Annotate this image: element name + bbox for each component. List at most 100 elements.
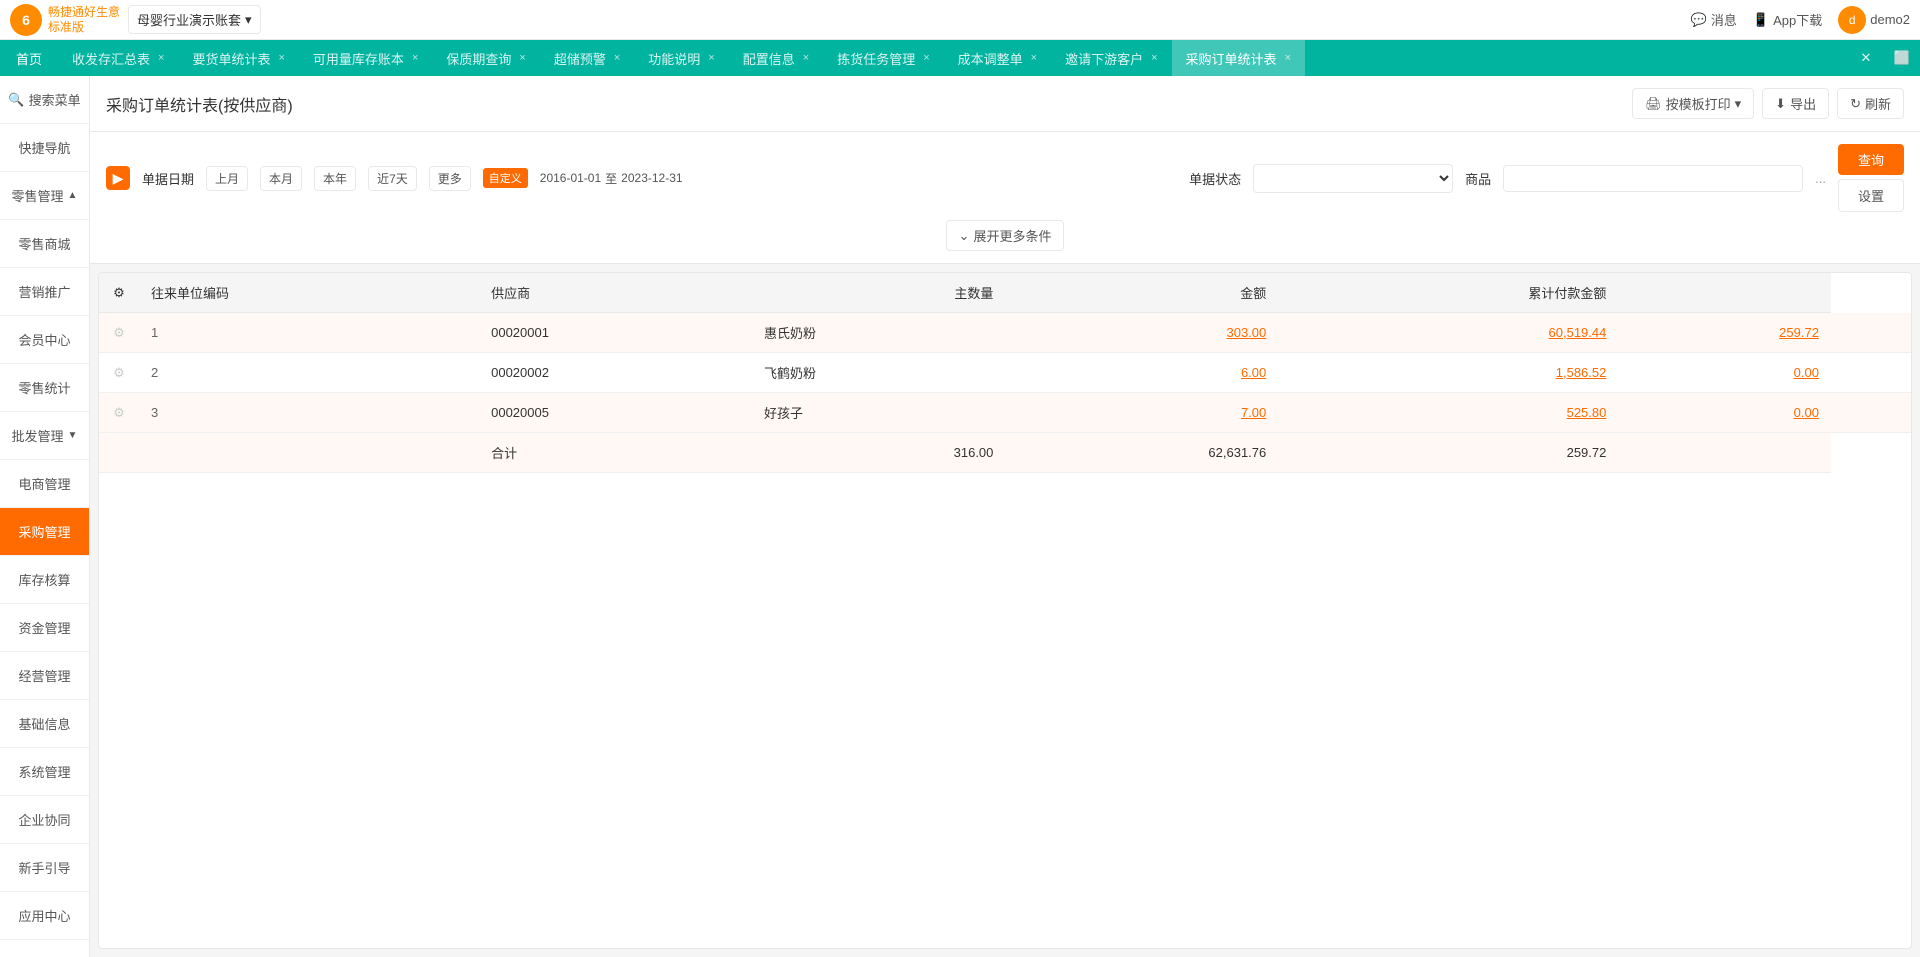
row-quantity[interactable]: 6.00	[1005, 353, 1278, 393]
col-amount: 金额	[1005, 273, 1278, 313]
search-icon: 🔍	[8, 92, 24, 108]
sidebar-item-sys-mgmt[interactable]: 系统管理	[0, 748, 89, 796]
nav-tab-chengben[interactable]: 成本调整单 ×	[944, 40, 1051, 76]
sidebar-item-search[interactable]: 🔍 搜索菜单	[0, 76, 89, 124]
sidebar-item-retail-mgmt[interactable]: 零售管理 ▲	[0, 172, 89, 220]
close-tab-keyongliang[interactable]: ×	[412, 52, 418, 64]
filter-toggle-button[interactable]: ▶	[106, 166, 130, 190]
sidebar-item-purchase[interactable]: 采购管理	[0, 508, 89, 556]
table-body: ⚙ 1 00020001 惠氏奶粉 303.00 60,519.44 259.7…	[99, 313, 1911, 433]
close-tab-jianhuo[interactable]: ×	[923, 52, 929, 64]
col-settings[interactable]: ⚙	[99, 273, 139, 313]
content-area: 采购订单统计表(按供应商) 🖨 按模板打印 ▾ ⬇ 导出 ↻ 刷新	[90, 76, 1920, 957]
date-btn-this-year[interactable]: 本年	[314, 166, 356, 191]
sidebar-item-wechat[interactable]: 企业微信	[0, 940, 89, 957]
nav-tab-baozhi[interactable]: 保质期查询 ×	[432, 40, 539, 76]
close-tab-chengben[interactable]: ×	[1031, 52, 1037, 64]
settings-button[interactable]: 设置	[1838, 179, 1904, 212]
sidebar-item-operations[interactable]: 经营管理	[0, 652, 89, 700]
app-download-button[interactable]: 📱 App下载	[1753, 10, 1822, 29]
table-row: ⚙ 2 00020002 飞鹤奶粉 6.00 1,586.52 0.00	[99, 353, 1911, 393]
sidebar-item-member[interactable]: 会员中心	[0, 316, 89, 364]
user-menu[interactable]: d demo2	[1838, 6, 1910, 34]
nav-tab-keyongliang[interactable]: 可用量库存账本 ×	[299, 40, 432, 76]
logo-icon: 6	[10, 4, 42, 36]
col-quantity: 主数量	[752, 273, 1005, 313]
nav-tab-yaohuodan[interactable]: 要货单统计表 ×	[178, 40, 298, 76]
row-paid[interactable]: 259.72	[1618, 313, 1831, 353]
row-code: 00020002	[479, 353, 752, 393]
footer-quantity: 316.00	[752, 433, 1005, 473]
nav-tab-jianhuo[interactable]: 拣货任务管理 ×	[823, 40, 943, 76]
nav-tab-chaochuyujing[interactable]: 超储预警 ×	[540, 40, 634, 76]
nav-tab-yaoqing[interactable]: 邀请下游客户 ×	[1051, 40, 1171, 76]
sidebar-item-wholesale[interactable]: 批发管理 ▼	[0, 412, 89, 460]
row-settings-icon: ⚙	[99, 393, 139, 433]
nav-actions: ✕ ⬜	[1848, 40, 1920, 76]
refresh-button[interactable]: ↻ 刷新	[1837, 88, 1904, 119]
sidebar-item-app-center[interactable]: 应用中心	[0, 892, 89, 940]
col-extra	[1618, 273, 1831, 313]
row-amount[interactable]: 525.80	[1278, 393, 1618, 433]
close-tab-chaochuyujing[interactable]: ×	[614, 52, 620, 64]
status-select[interactable]	[1253, 164, 1453, 193]
sidebar-item-enterprise[interactable]: 企业协同	[0, 796, 89, 844]
close-tab-yaoqing[interactable]: ×	[1151, 52, 1157, 64]
nav-tab-shoufacun[interactable]: 收发存汇总表 ×	[58, 40, 178, 76]
sidebar-item-finance[interactable]: 资金管理	[0, 604, 89, 652]
row-code: 00020001	[479, 313, 752, 353]
nav-tab-peizhi[interactable]: 配置信息 ×	[729, 40, 823, 76]
row-quantity[interactable]: 7.00	[1005, 393, 1278, 433]
sidebar-item-inventory[interactable]: 库存核算	[0, 556, 89, 604]
close-tab-shoufacun[interactable]: ×	[158, 52, 164, 64]
top-bar-right: 💬 消息 📱 App下载 d demo2	[1691, 6, 1910, 34]
search-button[interactable]: 查询	[1838, 144, 1904, 175]
sidebar-item-retail-stats[interactable]: 零售统计	[0, 364, 89, 412]
goods-input[interactable]	[1503, 165, 1803, 192]
nav-home[interactable]: 首页	[0, 40, 58, 76]
nav-tab-caigou[interactable]: 采购订单统计表 ×	[1172, 40, 1305, 76]
row-settings-icon: ⚙	[99, 313, 139, 353]
date-btn-this-month[interactable]: 本月	[260, 166, 302, 191]
workspace-selector[interactable]: 母婴行业演示账套 ▾	[128, 5, 261, 34]
row-amount[interactable]: 60,519.44	[1278, 313, 1618, 353]
table-row: ⚙ 3 00020005 好孩子 7.00 525.80 0.00	[99, 393, 1911, 433]
date-btn-more[interactable]: 更多	[429, 166, 471, 191]
print-button[interactable]: 🖨 按模板打印 ▾	[1632, 88, 1754, 119]
row-paid[interactable]: 0.00	[1618, 393, 1831, 433]
close-tab-baozhi[interactable]: ×	[519, 52, 525, 64]
top-bar: 6 畅捷通好生意 标准版 母婴行业演示账套 ▾ 💬 消息 📱 App下载 d d…	[0, 0, 1920, 40]
sidebar-item-ecommerce[interactable]: 电商管理	[0, 460, 89, 508]
data-table: ⚙ 往来单位编码 供应商 主数量 金额 累计付款金额 ⚙ 1 00020001 …	[99, 273, 1911, 473]
nav-tab-gongneng[interactable]: 功能说明 ×	[634, 40, 728, 76]
close-tab-peizhi[interactable]: ×	[803, 52, 809, 64]
nav-close-button[interactable]: ✕	[1848, 40, 1884, 76]
chevron-icon2: ▼	[68, 430, 78, 441]
expand-button[interactable]: ⌄ 展开更多条件	[946, 220, 1065, 251]
close-tab-gongneng[interactable]: ×	[708, 52, 714, 64]
header-actions: 🖨 按模板打印 ▾ ⬇ 导出 ↻ 刷新	[1632, 88, 1904, 119]
row-amount[interactable]: 1,586.52	[1278, 353, 1618, 393]
sidebar-item-newbie[interactable]: 新手引导	[0, 844, 89, 892]
nav-maximize-button[interactable]: ⬜	[1884, 40, 1920, 76]
close-tab-yaohuodan[interactable]: ×	[278, 52, 284, 64]
date-btn-last-month[interactable]: 上月	[206, 166, 248, 191]
sidebar-item-quicknav[interactable]: 快捷导航	[0, 124, 89, 172]
refresh-icon: ↻	[1850, 96, 1861, 112]
row-paid[interactable]: 0.00	[1618, 353, 1831, 393]
export-button[interactable]: ⬇ 导出	[1762, 88, 1829, 119]
sidebar-item-basic-info[interactable]: 基础信息	[0, 700, 89, 748]
sidebar-item-marketing[interactable]: 营销推广	[0, 268, 89, 316]
table-header-row: ⚙ 往来单位编码 供应商 主数量 金额 累计付款金额	[99, 273, 1911, 313]
row-num: 1	[139, 313, 479, 353]
col-code: 往来单位编码	[139, 273, 479, 313]
date-btn-7days[interactable]: 近7天	[368, 166, 417, 191]
top-bar-left: 6 畅捷通好生意 标准版 母婴行业演示账套 ▾	[10, 4, 261, 36]
goods-label: 商品	[1465, 169, 1491, 188]
more-fields-link[interactable]: ...	[1815, 171, 1826, 186]
close-tab-caigou[interactable]: ×	[1285, 52, 1291, 64]
row-quantity[interactable]: 303.00	[1005, 313, 1278, 353]
date-range: 2016-01-01 至 2023-12-31	[540, 170, 683, 187]
messages-button[interactable]: 💬 消息	[1691, 10, 1737, 29]
sidebar-item-retail-mall[interactable]: 零售商城	[0, 220, 89, 268]
